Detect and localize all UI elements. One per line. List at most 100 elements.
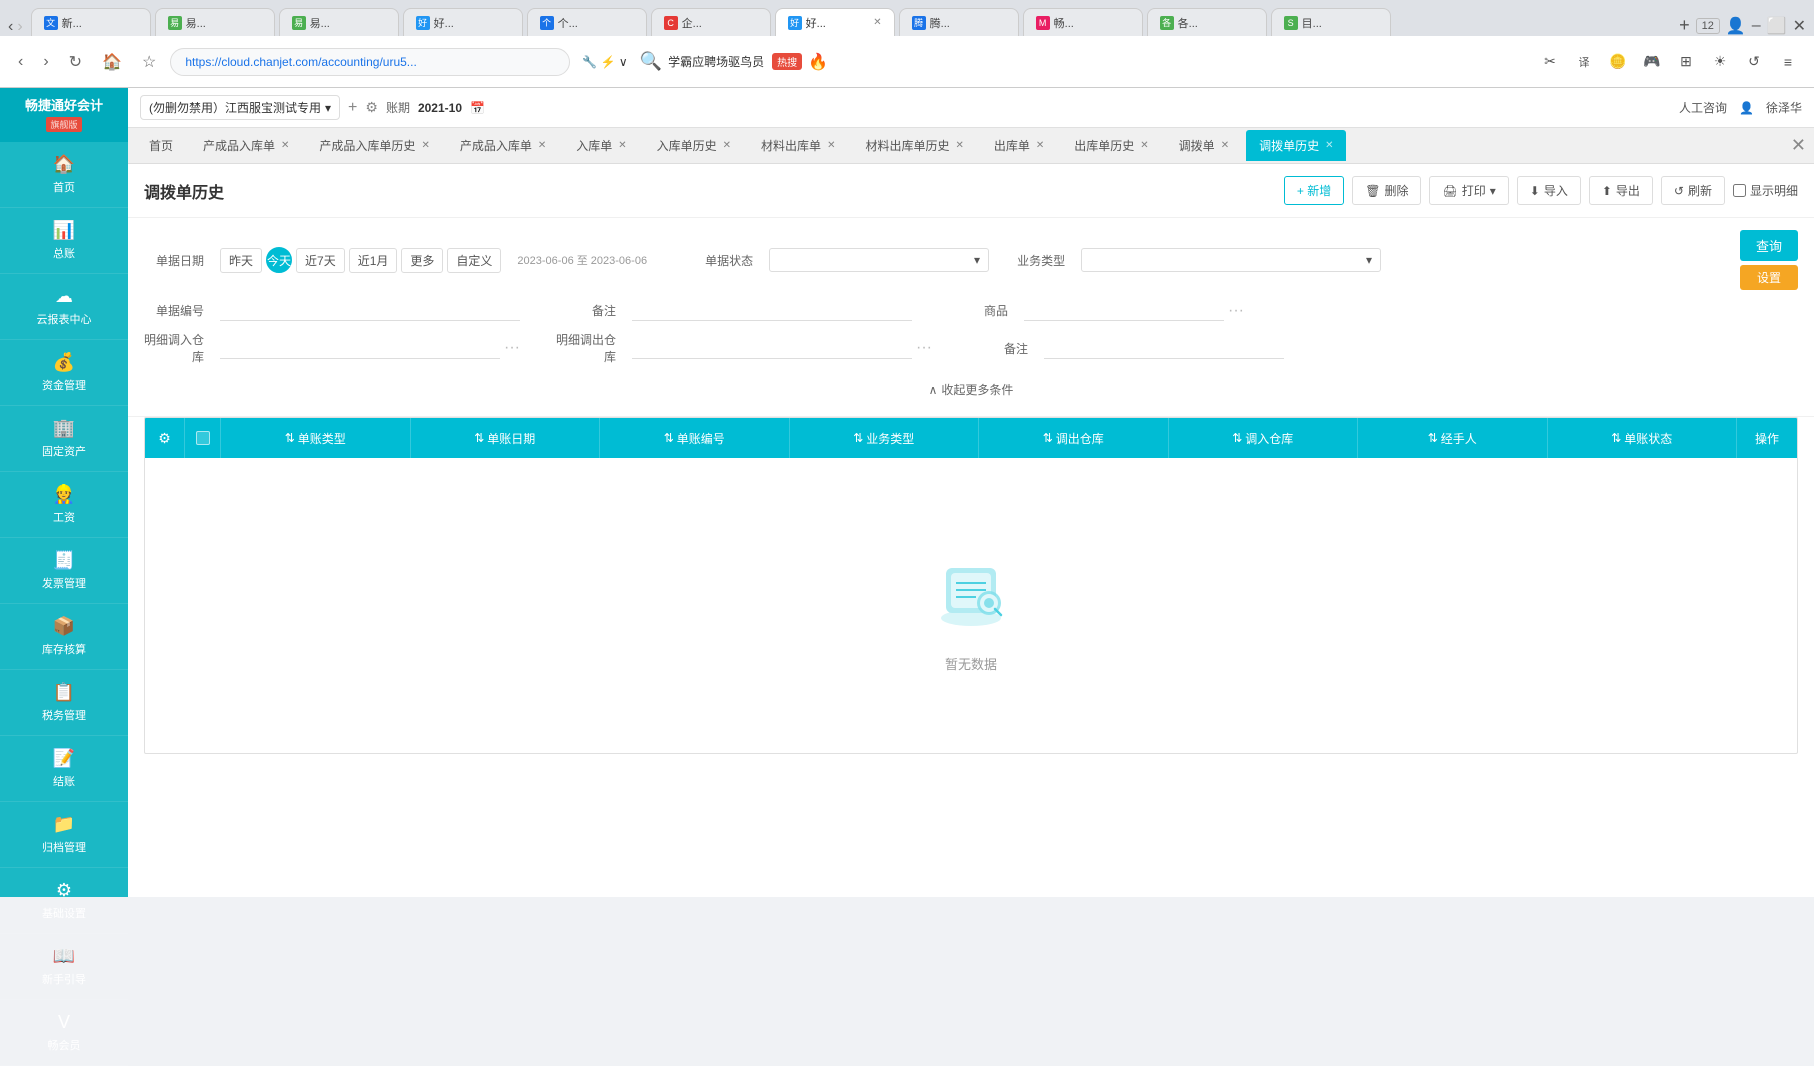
date-btn-more[interactable]: 更多: [401, 248, 443, 273]
browser-back-btn[interactable]: ‹: [8, 18, 13, 36]
date-btn-custom[interactable]: 自定义: [447, 248, 501, 273]
th-type[interactable]: ⇅ 单账类型: [221, 418, 411, 458]
back-nav-btn[interactable]: ‹: [12, 49, 29, 75]
date-btn-today[interactable]: 今天: [266, 247, 292, 273]
goods-more-btn[interactable]: ···: [1228, 302, 1244, 320]
browser-tab-tab1[interactable]: 文新...: [31, 8, 151, 36]
sidebar-item-10[interactable]: 📁归档管理: [0, 802, 128, 868]
refresh-btn[interactable]: ↺ 刷新: [1661, 176, 1725, 205]
sidebar-item-4[interactable]: 🏢固定资产: [0, 406, 128, 472]
page-tab-4[interactable]: 入库单✕: [563, 130, 639, 161]
browser-tab-tab2[interactable]: 易易...: [155, 8, 275, 36]
goods-input[interactable]: [1024, 300, 1224, 321]
browser-tab-tab11[interactable]: S目...: [1271, 8, 1391, 36]
date-btn-7days[interactable]: 近7天: [296, 248, 345, 273]
detail-in-more-btn[interactable]: ···: [504, 339, 520, 357]
status-filter-select[interactable]: ▾: [769, 248, 989, 272]
th-status[interactable]: ⇅ 单账状态: [1548, 418, 1738, 458]
home-btn[interactable]: 🏠: [96, 48, 128, 76]
sidebar-item-5[interactable]: 👷工资: [0, 472, 128, 538]
forward-nav-btn[interactable]: ›: [37, 49, 54, 75]
query-btn[interactable]: 查询: [1740, 230, 1798, 261]
new-btn[interactable]: + 新增: [1284, 176, 1344, 205]
print-btn[interactable]: 🖨 打印 ▾: [1429, 176, 1508, 205]
sidebar-item-6[interactable]: 🧾发票管理: [0, 538, 128, 604]
date-btn-1month[interactable]: 近1月: [349, 248, 398, 273]
page-tab-11[interactable]: 调拨单历史✕: [1246, 130, 1346, 161]
page-tab-5[interactable]: 入库单历史✕: [644, 130, 744, 161]
th-num[interactable]: ⇅ 单账编号: [600, 418, 790, 458]
page-tab-8[interactable]: 出库单✕: [981, 130, 1057, 161]
import-btn[interactable]: ⬇ 导入: [1517, 176, 1581, 205]
detail-in-input[interactable]: [220, 338, 500, 359]
company-selector[interactable]: (勿删勿禁用）江西服宝测试专用 ▾: [140, 95, 340, 120]
delete-btn[interactable]: 🗑 删除: [1352, 176, 1421, 205]
page-tab-0[interactable]: 首页: [136, 130, 186, 161]
page-tab-2[interactable]: 产成品入库单历史✕: [306, 130, 442, 161]
page-tab-9[interactable]: 出库单历史✕: [1061, 130, 1161, 161]
sidebar-item-1[interactable]: 📊总账: [0, 208, 128, 274]
th-out[interactable]: ⇅ 调出仓库: [979, 418, 1169, 458]
th-biz[interactable]: ⇅ 业务类型: [790, 418, 980, 458]
game-icon[interactable]: 🎮: [1638, 48, 1666, 76]
browser-tab-tab3[interactable]: 易易...: [279, 8, 399, 36]
browser-tab-tab4[interactable]: 好好...: [403, 8, 523, 36]
browser-tab-tab6[interactable]: C企...: [651, 8, 771, 36]
sidebar-item-2[interactable]: ☁云报表中心: [0, 274, 128, 340]
sidebar-item-12[interactable]: 📖新手引导: [0, 934, 128, 1000]
sidebar-item-0[interactable]: 🏠首页: [0, 142, 128, 208]
sidebar-item-7[interactable]: 📦库存核算: [0, 604, 128, 670]
browser-tab-tab7[interactable]: 好好...✕: [775, 8, 895, 36]
note-input[interactable]: [1044, 338, 1284, 359]
history-icon[interactable]: ↺: [1740, 48, 1768, 76]
collapse-btn[interactable]: ∧ 收起更多条件: [144, 375, 1798, 404]
browser-tab-tab5[interactable]: 个个...: [527, 8, 647, 36]
th-date[interactable]: ⇅ 单账日期: [411, 418, 601, 458]
display-toggle-checkbox[interactable]: [1733, 184, 1746, 197]
browser-tab-tab9[interactable]: M畅...: [1023, 8, 1143, 36]
sidebar-item-13[interactable]: V畅会员: [0, 1000, 128, 1066]
browser-tab-tab8[interactable]: 腾腾...: [899, 8, 1019, 36]
translate-icon[interactable]: 译: [1570, 48, 1598, 76]
minimize-btn[interactable]: –: [1752, 17, 1761, 35]
add-company-btn[interactable]: +: [348, 99, 357, 117]
remark-input[interactable]: [632, 300, 912, 321]
setting-btn[interactable]: 设置: [1740, 265, 1798, 290]
page-tab-1[interactable]: 产成品入库单✕: [190, 130, 302, 161]
biz-type-filter-select[interactable]: ▾: [1081, 248, 1381, 272]
export-btn[interactable]: ⬆ 导出: [1589, 176, 1653, 205]
detail-out-input[interactable]: [632, 338, 912, 359]
close-window-btn[interactable]: ✕: [1793, 16, 1806, 36]
calendar-icon[interactable]: 📅: [470, 101, 485, 115]
user-avatar[interactable]: 👤: [1739, 101, 1754, 115]
bookmark-btn[interactable]: ☆: [136, 48, 162, 76]
page-tab-6[interactable]: 材料出库单✕: [748, 130, 848, 161]
sidebar-logo[interactable]: 畅捷通好会计 旗舰版: [0, 88, 128, 142]
page-tab-3[interactable]: 产成品入库单✕: [447, 130, 559, 161]
browser-tab-tab10[interactable]: 各各...: [1147, 8, 1267, 36]
profile-btn[interactable]: 👤: [1726, 16, 1746, 36]
th-gear[interactable]: ⚙: [145, 418, 185, 458]
th-person[interactable]: ⇅ 经手人: [1358, 418, 1548, 458]
sidebar-item-11[interactable]: ⚙基础设置: [0, 868, 128, 934]
brightness-icon[interactable]: ☀: [1706, 48, 1734, 76]
coin-icon[interactable]: 🪙: [1604, 48, 1632, 76]
sidebar-item-8[interactable]: 📋税务管理: [0, 670, 128, 736]
th-checkbox[interactable]: [185, 418, 221, 458]
page-tab-10[interactable]: 调拨单✕: [1166, 130, 1242, 161]
sidebar-item-9[interactable]: 📝结账: [0, 736, 128, 802]
support-link[interactable]: 人工咨询: [1679, 99, 1727, 116]
page-tab-7[interactable]: 材料出库单历史✕: [852, 130, 976, 161]
date-btn-yesterday[interactable]: 昨天: [220, 248, 262, 273]
doc-num-input[interactable]: [220, 300, 520, 321]
th-in[interactable]: ⇅ 调入仓库: [1169, 418, 1359, 458]
reload-btn[interactable]: ↻: [63, 48, 88, 76]
menu-icon[interactable]: ≡: [1774, 48, 1802, 76]
settings-icon[interactable]: ⚙: [365, 99, 378, 116]
new-tab-btn[interactable]: +: [1679, 15, 1690, 36]
maximize-btn[interactable]: ⬜: [1767, 16, 1787, 36]
select-all-checkbox[interactable]: [196, 431, 210, 445]
sidebar-item-3[interactable]: 💰资金管理: [0, 340, 128, 406]
grid-icon[interactable]: ⊞: [1672, 48, 1700, 76]
detail-out-more-btn[interactable]: ···: [916, 339, 932, 357]
